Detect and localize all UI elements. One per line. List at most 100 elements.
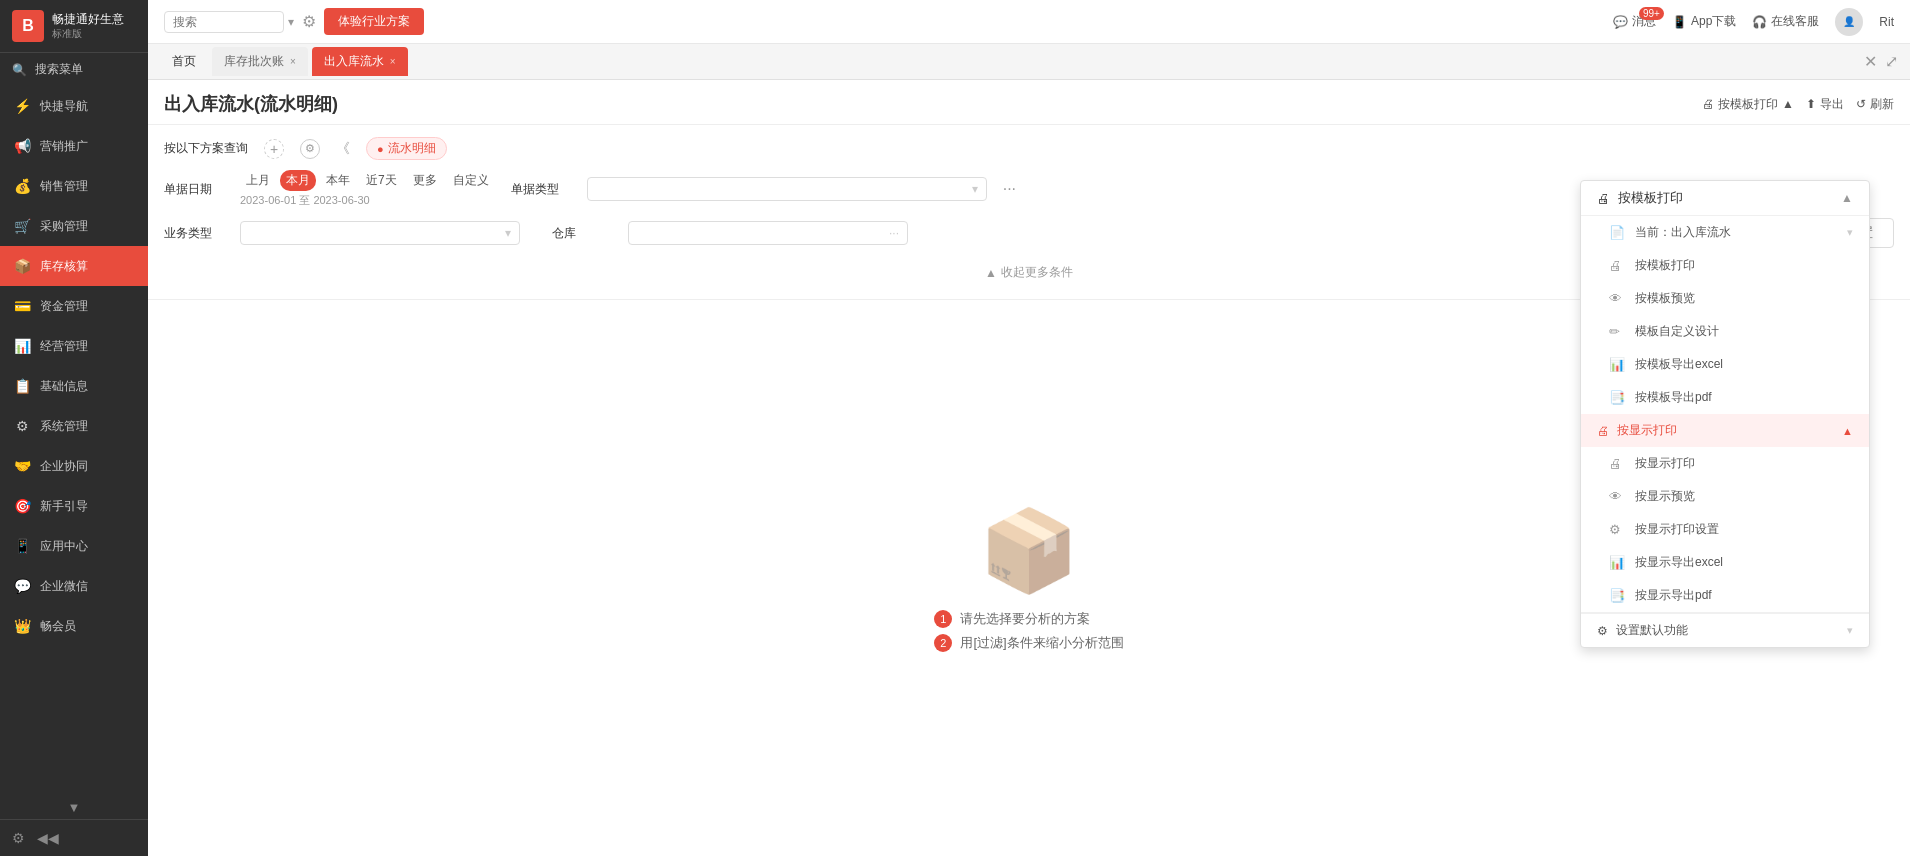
topbar-app-download[interactable]: 📱 App下载 (1672, 13, 1736, 30)
print-template-btn[interactable]: 🖨 按模板打印 ▲ (1702, 96, 1794, 113)
date-more-btn[interactable]: 更多 (407, 170, 443, 191)
sidebar-item-sales-mgmt[interactable]: 💰 销售管理 (0, 166, 148, 206)
search-icon: 🔍 (12, 63, 27, 77)
sidebar-item-basic-info[interactable]: 📋 基础信息 (0, 366, 148, 406)
template-print-item[interactable]: 🖨 按模板打印 (1581, 249, 1869, 282)
sidebar-scroll-down[interactable]: ▼ (0, 796, 148, 819)
page-content: 出入库流水(流水明细) 🖨 按模板打印 ▲ ⬆ 导出 ↺ 刷新 (148, 80, 1910, 856)
warehouse-select[interactable]: ··· (628, 221, 908, 245)
filter-row-1: 按以下方案查询 + ⚙ 《 ● 流水明细 (164, 137, 1894, 160)
template-export-pdf-item[interactable]: 📑 按模板导出pdf (1581, 381, 1869, 414)
display-export-pdf-item[interactable]: 📑 按显示导出pdf (1581, 579, 1869, 612)
topbar-settings-btn[interactable]: ⚙ (302, 12, 316, 31)
sidebar-logo: B 畅捷通好生意 标准版 (0, 0, 148, 53)
display-print-icon: 🖨 (1609, 456, 1625, 471)
sidebar-footer: ⚙ ◀◀ (0, 819, 148, 856)
filter-collapse-btn[interactable]: 《 (336, 140, 350, 158)
display-print-settings-item[interactable]: ⚙ 按显示打印设置 (1581, 513, 1869, 546)
current-arrow: ▾ (1847, 226, 1853, 239)
window-expand-btn[interactable]: ⤢ (1885, 52, 1898, 71)
enterprise-wx-icon: 💬 (12, 576, 32, 596)
display-export-excel-item[interactable]: 📊 按显示导出excel (1581, 546, 1869, 579)
tab-home[interactable]: 首页 (160, 47, 208, 76)
sidebar-item-vip-member[interactable]: 👑 畅会员 (0, 606, 148, 646)
sidebar-item-system-mgmt[interactable]: ⚙ 系统管理 (0, 406, 148, 446)
doc-type-label: 单据类型 (511, 181, 571, 198)
date-this-year-btn[interactable]: 本年 (320, 170, 356, 191)
user-avatar[interactable]: 👤 (1835, 8, 1863, 36)
template-customize-icon: ✏ (1609, 324, 1625, 339)
template-customize-item[interactable]: ✏ 模板自定义设计 (1581, 315, 1869, 348)
window-close-btn[interactable]: ✕ (1864, 52, 1877, 71)
topbar-message-btn[interactable]: 💬 消息 99+ (1613, 13, 1656, 30)
doc-type-arrow: ▾ (972, 182, 978, 196)
export-btn[interactable]: ⬆ 导出 (1806, 96, 1844, 113)
sidebar-item-marketing[interactable]: 📢 营销推广 (0, 126, 148, 166)
sidebar-item-enterprise-coop[interactable]: 🤝 企业协同 (0, 446, 148, 486)
warehouse-label: 仓库 (552, 225, 612, 242)
refresh-btn[interactable]: ↺ 刷新 (1856, 96, 1894, 113)
chevron-up-icon: ▲ (1782, 97, 1794, 111)
sidebar-item-enterprise-wx[interactable]: 💬 企业微信 (0, 566, 148, 606)
industry-btn[interactable]: 体验行业方案 (324, 8, 424, 35)
sidebar-nav: ⚡ 快捷导航 📢 营销推广 💰 销售管理 🛒 采购管理 📦 库存核算 💳 (0, 86, 148, 796)
topbar-search-input[interactable] (164, 11, 284, 33)
sidebar-item-new-guide[interactable]: 🎯 新手引导 (0, 486, 148, 526)
page-actions: 🖨 按模板打印 ▲ ⬆ 导出 ↺ 刷新 (1702, 96, 1894, 113)
tab-inout-flow-close[interactable]: × (390, 56, 396, 67)
print-dropdown-panel: 🖨 按模板打印 ▲ 📄 当前：出入库流水 ▾ 🖨 按模板打印 � (1580, 180, 1870, 648)
tab-batch-ledger[interactable]: 库存批次账 × (212, 47, 308, 76)
template-excel-icon: 📊 (1609, 357, 1625, 372)
empty-steps: 1 请先选择要分析的方案 2 用[过滤]条件来缩小分析范围 (934, 610, 1123, 652)
business-type-select[interactable]: ▾ (240, 221, 520, 245)
sidebar-item-fund-mgmt[interactable]: 💳 资金管理 (0, 286, 148, 326)
tab-batch-ledger-close[interactable]: × (290, 56, 296, 67)
filter-settings-icon-btn[interactable]: ⚙ (300, 139, 320, 159)
business-type-arrow: ▾ (505, 226, 511, 240)
sidebar-item-app-center[interactable]: 📱 应用中心 (0, 526, 148, 566)
topbar-dropdown-btn[interactable]: ▾ (288, 15, 294, 29)
topbar-online-service[interactable]: 🎧 在线客服 (1752, 13, 1819, 30)
display-print-section-header[interactable]: 🖨 按显示打印 ▲ (1581, 414, 1869, 447)
app-name: 畅捷通好生意 标准版 (52, 11, 124, 42)
doc-type-more-btn[interactable]: ··· (1003, 180, 1016, 198)
sidebar-item-quick-nav[interactable]: ⚡ 快捷导航 (0, 86, 148, 126)
sidebar-item-operations-mgmt[interactable]: 📊 经营管理 (0, 326, 148, 366)
display-preview-item[interactable]: 👁 按显示预览 (1581, 480, 1869, 513)
app-logo-icon: B (12, 10, 44, 42)
date-label: 单据日期 (164, 181, 224, 198)
template-export-excel-item[interactable]: 📊 按模板导出excel (1581, 348, 1869, 381)
username-label[interactable]: Rit (1879, 15, 1894, 29)
empty-step-2: 2 用[过滤]条件来缩小分析范围 (934, 634, 1123, 652)
date-7days-btn[interactable]: 近7天 (360, 170, 403, 191)
sidebar-item-inventory-calc[interactable]: 📦 库存核算 (0, 246, 148, 286)
operations-icon: 📊 (12, 336, 32, 356)
display-excel-icon: 📊 (1609, 555, 1625, 570)
sidebar-search[interactable]: 🔍 搜索菜单 (0, 53, 148, 86)
message-badge: 99+ (1639, 7, 1664, 20)
footer-settings-icon[interactable]: ⚙ (12, 830, 25, 846)
tab-inout-flow[interactable]: 出入库流水 × (312, 47, 408, 76)
set-default-label: ⚙ 设置默认功能 (1597, 622, 1688, 639)
display-settings-icon: ⚙ (1609, 522, 1625, 537)
date-this-month-btn[interactable]: 本月 (280, 170, 316, 191)
set-default-footer[interactable]: ⚙ 设置默认功能 ▾ (1581, 613, 1869, 647)
template-pdf-icon: 📑 (1609, 390, 1625, 405)
footer-collapse-icon[interactable]: ◀◀ (37, 830, 59, 846)
template-print-section-header[interactable]: 🖨 按模板打印 ▲ (1581, 181, 1869, 216)
basic-info-icon: 📋 (12, 376, 32, 396)
display-print-item[interactable]: 🖨 按显示打印 (1581, 447, 1869, 480)
filter-add-btn[interactable]: + (264, 139, 284, 159)
date-custom-btn[interactable]: 自定义 (447, 170, 495, 191)
system-icon: ⚙ (12, 416, 32, 436)
filter-by-label: 按以下方案查询 (164, 140, 248, 157)
page-title: 出入库流水(流水明细) (164, 92, 338, 116)
doc-type-select[interactable]: ▾ (587, 177, 987, 201)
sidebar-item-purchase-mgmt[interactable]: 🛒 采购管理 (0, 206, 148, 246)
flow-detail-tag[interactable]: ● 流水明细 (366, 137, 447, 160)
template-section-arrow: ▲ (1841, 191, 1853, 205)
template-preview-item[interactable]: 👁 按模板预览 (1581, 282, 1869, 315)
export-icon: ⬆ (1806, 97, 1816, 111)
date-last-month-btn[interactable]: 上月 (240, 170, 276, 191)
current-template-item[interactable]: 📄 当前：出入库流水 ▾ (1581, 216, 1869, 249)
